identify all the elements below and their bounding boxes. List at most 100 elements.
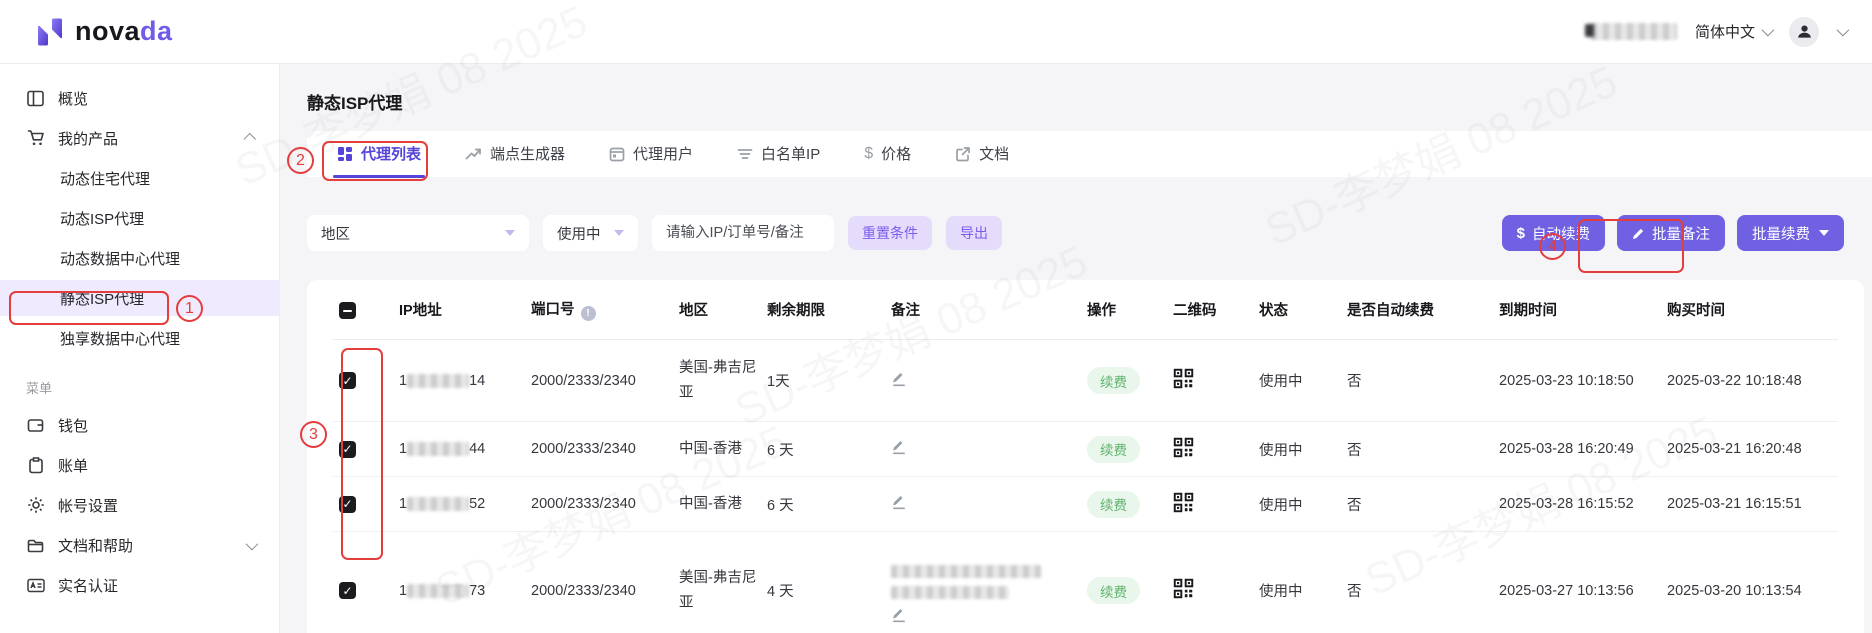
avatar[interactable] xyxy=(1789,16,1819,47)
select-all-checkbox[interactable] xyxy=(339,302,356,320)
renew-button[interactable]: 续费 xyxy=(1087,435,1140,463)
edit-note-icon[interactable] xyxy=(891,371,907,387)
tab-proxy-users[interactable]: 代理用户 xyxy=(609,143,693,176)
folder-icon xyxy=(26,536,45,555)
remaining-days: 4 天 xyxy=(767,584,794,600)
qr-code-icon[interactable] xyxy=(1173,578,1194,599)
batch-renew-button[interactable]: 批量续费 xyxy=(1737,215,1844,251)
region: 美国-弗吉尼亚 xyxy=(679,569,757,611)
tab-whitelist-ip[interactable]: 白名单IP xyxy=(737,143,820,176)
purchase-time: 2025-03-22 10:18:48 xyxy=(1667,372,1802,389)
row-checkbox[interactable]: ✓ xyxy=(339,495,356,513)
expire-time: 2025-03-28 16:20:49 xyxy=(1499,441,1634,457)
layout-icon xyxy=(26,89,45,108)
clipboard-icon xyxy=(26,456,45,475)
region-select[interactable]: 地区 xyxy=(307,215,529,251)
auto-renew-flag: 否 xyxy=(1347,442,1362,459)
renew-button[interactable]: 续费 xyxy=(1087,577,1140,604)
edit-note-icon[interactable] xyxy=(891,439,907,455)
tab-bar: 代理列表 端点生成器 代理用户 白名单IP $ 价格 文档 xyxy=(307,131,1872,178)
top-bar: novada 简体中文 xyxy=(0,0,1872,64)
row-checkbox[interactable]: ✓ xyxy=(339,372,356,389)
sidebar-item-static-isp[interactable]: 静态ISP代理 xyxy=(0,280,279,316)
renew-button[interactable]: 续费 xyxy=(1087,367,1140,394)
sidebar-item-my-products[interactable]: 我的产品 xyxy=(0,118,279,158)
sidebar-item-wallet[interactable]: 钱包 xyxy=(0,405,279,445)
page-title: 静态ISP代理 xyxy=(307,94,403,113)
sidebar-item-label: 概览 xyxy=(58,90,89,108)
ip-address: 1 14 xyxy=(399,372,486,389)
status: 使用中 xyxy=(1259,497,1303,514)
tab-endpoint-generator[interactable]: 端点生成器 xyxy=(465,143,565,176)
id-card-icon xyxy=(26,576,45,595)
table-row: ✓ 1 73 2000/2333/2340 美国-弗吉尼亚 4 天 续费 使用中… xyxy=(333,532,1838,633)
search-input[interactable] xyxy=(652,215,834,251)
status: 使用中 xyxy=(1259,584,1303,600)
filter-lines-icon xyxy=(737,147,753,161)
purchase-time: 2025-03-20 10:13:54 xyxy=(1667,582,1802,599)
tab-proxy-list[interactable]: 代理列表 xyxy=(332,143,426,178)
novada-logo-icon xyxy=(38,18,62,45)
batch-note-button[interactable]: 批量备注 xyxy=(1617,215,1725,251)
row-checkbox[interactable]: ✓ xyxy=(339,582,356,599)
edit-note-icon[interactable] xyxy=(891,607,1087,623)
sidebar-item-dynamic-isp[interactable]: 动态ISP代理 xyxy=(0,198,279,238)
sidebar-item-label: 我的产品 xyxy=(58,130,119,148)
cart-icon xyxy=(26,129,45,148)
filter-row: 地区 使用中 重置条件 导出 $ 自动续费 xyxy=(307,215,1844,251)
sidebar-item-overview[interactable]: 概览 xyxy=(0,78,279,118)
chevron-down-icon xyxy=(614,230,624,236)
region: 中国-香港 xyxy=(679,440,742,457)
sidebar-item-dedicated-datacenter[interactable]: 独享数据中心代理 xyxy=(0,318,279,358)
table-header-row: IP地址 端口号! 地区 剩余期限 备注 操作 二维码 状态 是否自动续费 到期… xyxy=(333,280,1838,340)
sidebar-item-identity-verification[interactable]: 实名认证 xyxy=(0,565,279,605)
qr-code-icon[interactable] xyxy=(1173,492,1194,513)
table-row: ✓ 1 14 2000/2333/2340 美国-弗吉尼亚 1天 续费 使用中 否… xyxy=(333,340,1838,422)
status-select[interactable]: 使用中 xyxy=(543,215,638,251)
chevron-down-icon xyxy=(1761,23,1775,37)
purchase-time: 2025-03-21 16:20:48 xyxy=(1667,441,1802,457)
trend-up-icon xyxy=(465,146,482,161)
ip-address: 1 73 xyxy=(399,582,486,599)
logo[interactable]: novada xyxy=(34,16,173,47)
auto-renew-button[interactable]: $ 自动续费 xyxy=(1501,215,1605,251)
external-link-icon xyxy=(955,146,971,162)
language-label: 简体中文 xyxy=(1694,24,1755,41)
port: 2000/2333/2340 xyxy=(531,441,636,457)
logo-text: novada xyxy=(75,16,173,46)
language-selector[interactable]: 简体中文 xyxy=(1694,21,1775,42)
port: 2000/2333/2340 xyxy=(531,582,636,599)
expire-time: 2025-03-28 16:15:52 xyxy=(1499,496,1634,512)
export-button[interactable]: 导出 xyxy=(946,216,1002,250)
sidebar-item-account-settings[interactable]: 帐号设置 xyxy=(0,485,279,525)
tab-pricing[interactable]: $ 价格 xyxy=(864,143,911,176)
app-window: SD-李梦娟 08 2025 SD-李梦娟 08 2025 SD-李梦娟 08 … xyxy=(0,0,1872,633)
sidebar-item-dynamic-residential[interactable]: 动态住宅代理 xyxy=(0,158,279,198)
region: 中国-香港 xyxy=(679,495,742,512)
table-row: ✓ 1 52 2000/2333/2340 中国-香港 6 天 续费 使用中 否 … xyxy=(333,477,1838,532)
qr-code-icon[interactable] xyxy=(1173,437,1194,458)
remaining-days: 1天 xyxy=(767,374,790,390)
sidebar-item-dynamic-datacenter[interactable]: 动态数据中心代理 xyxy=(0,238,279,278)
sidebar-item-docs-help[interactable]: 文档和帮助 xyxy=(0,525,279,565)
grid-icon xyxy=(337,146,353,162)
remaining-days: 6 天 xyxy=(767,442,794,459)
auto-renew-flag: 否 xyxy=(1347,584,1362,600)
renew-button[interactable]: 续费 xyxy=(1087,490,1140,518)
qr-code-icon[interactable] xyxy=(1173,368,1194,389)
edit-note-icon[interactable] xyxy=(891,494,907,510)
chevron-up-icon xyxy=(243,132,257,146)
row-checkbox[interactable]: ✓ xyxy=(339,440,356,458)
purchase-time: 2025-03-21 16:15:51 xyxy=(1667,496,1802,512)
sidebar-item-bills[interactable]: 账单 xyxy=(0,445,279,485)
auto-renew-flag: 否 xyxy=(1347,497,1362,514)
status: 使用中 xyxy=(1259,374,1303,390)
remaining-days: 6 天 xyxy=(767,497,794,514)
proxy-table: IP地址 端口号! 地区 剩余期限 备注 操作 二维码 状态 是否自动续费 到期… xyxy=(307,280,1864,633)
tab-docs[interactable]: 文档 xyxy=(955,143,1009,176)
info-icon[interactable]: ! xyxy=(580,305,596,321)
user-icon xyxy=(1797,25,1811,38)
chevron-down-icon[interactable] xyxy=(1836,23,1850,37)
reset-filters-button[interactable]: 重置条件 xyxy=(848,216,932,250)
status: 使用中 xyxy=(1259,442,1303,459)
